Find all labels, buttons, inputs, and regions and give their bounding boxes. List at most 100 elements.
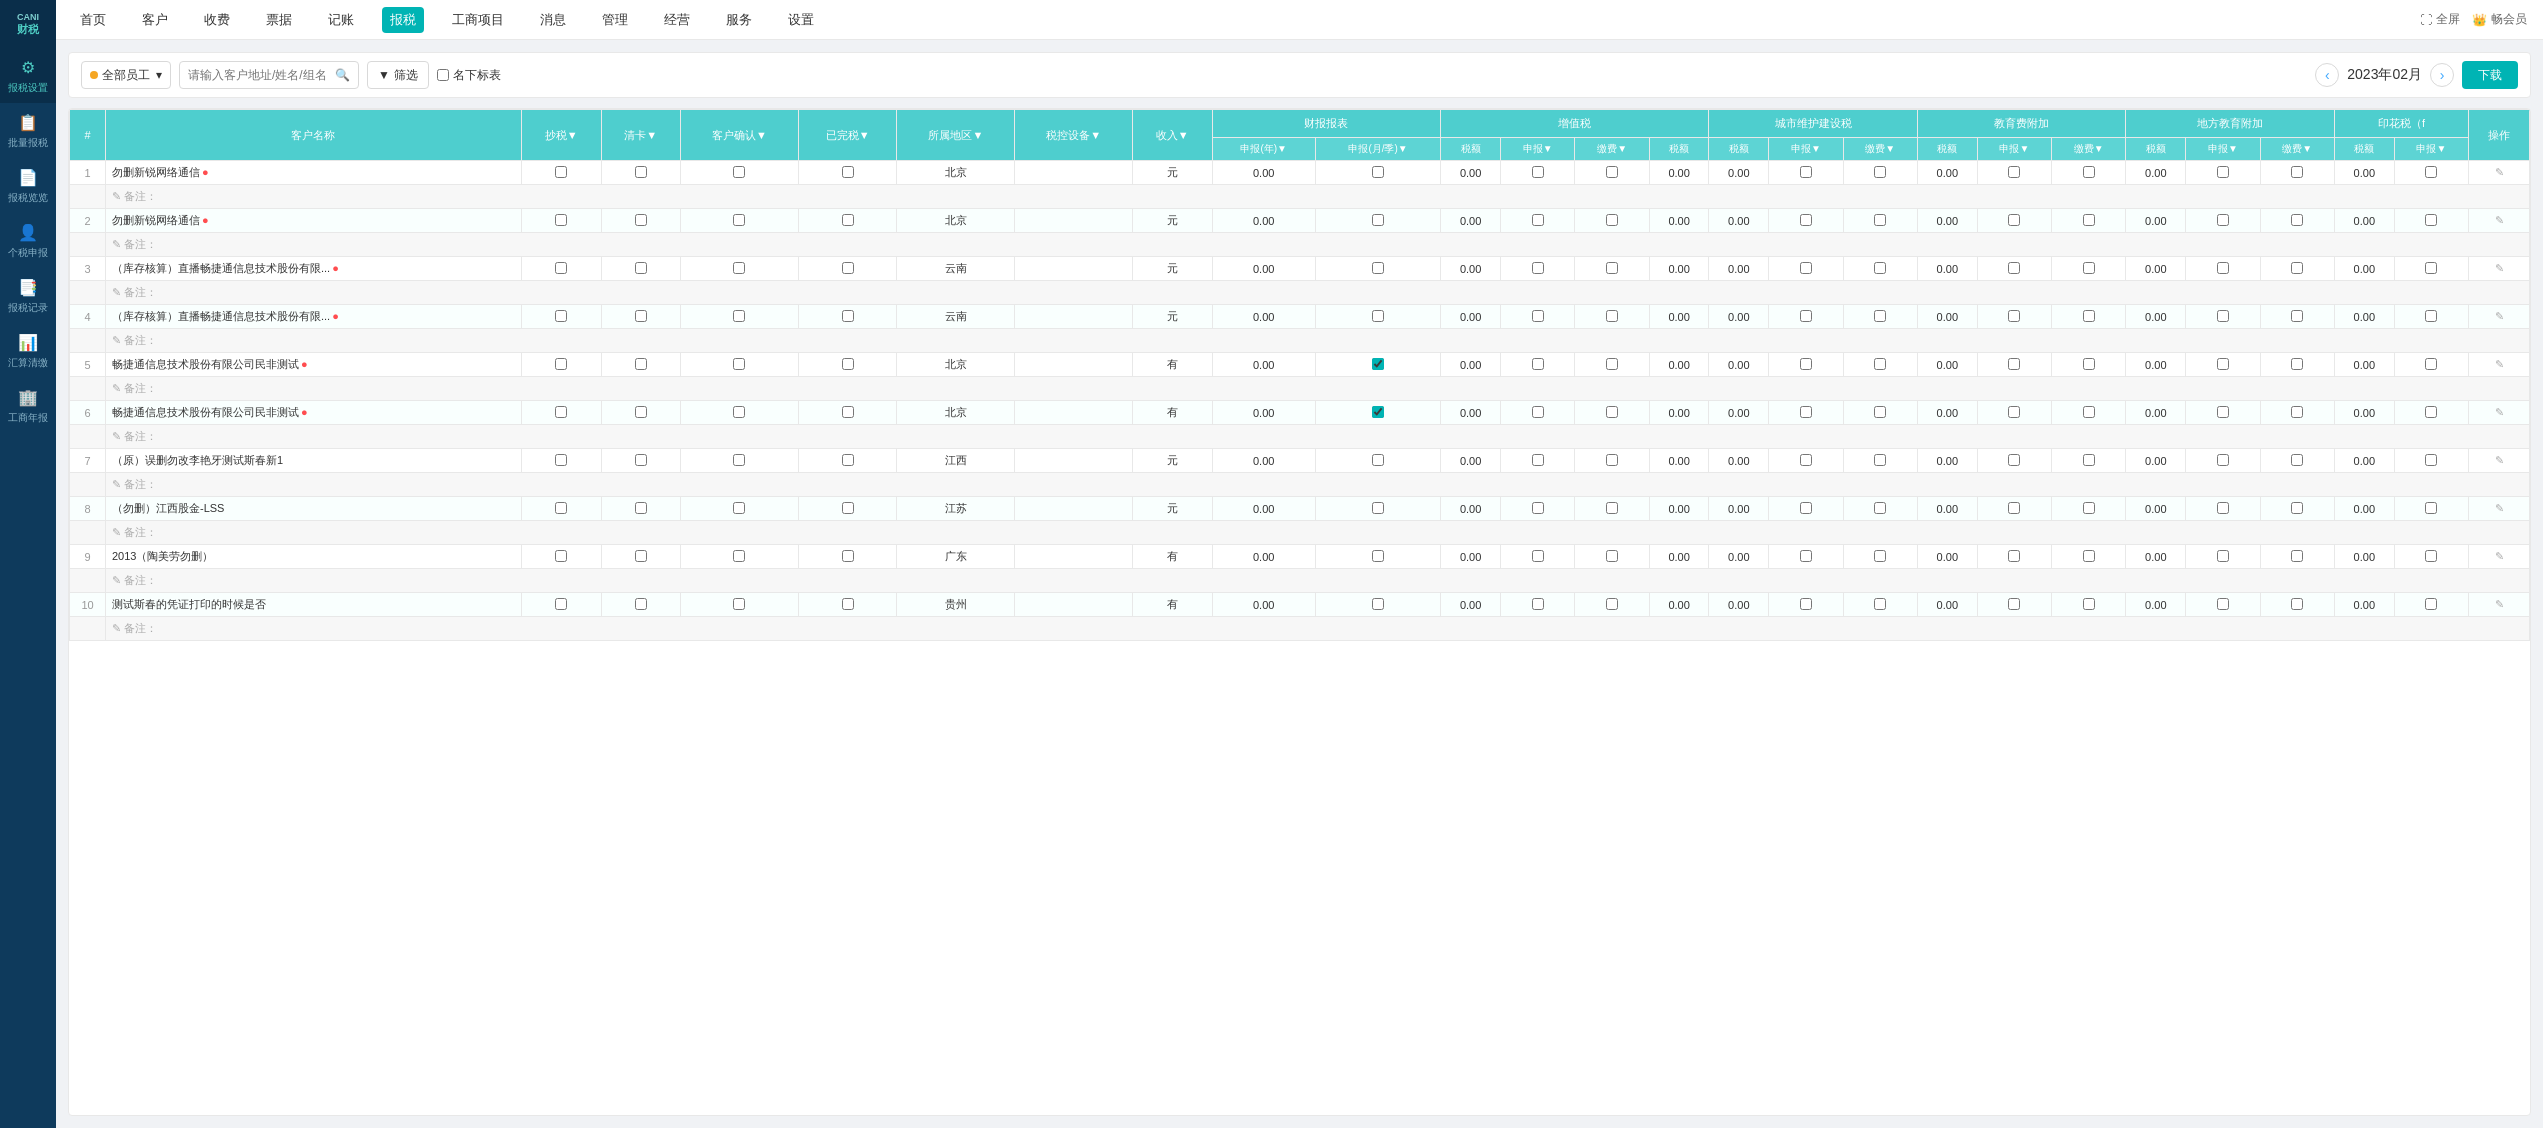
local-declare-cell[interactable]	[2186, 305, 2260, 329]
action-cell[interactable]: ✎	[2469, 593, 2530, 617]
city-pay-cell[interactable]	[1843, 401, 1917, 425]
stamp-declare-checkbox[interactable]	[2425, 454, 2437, 466]
customer-confirm-checkbox[interactable]	[733, 550, 745, 562]
clear-card-checkbox[interactable]	[635, 454, 647, 466]
sidebar-item-report-settings[interactable]: ⚙ 报税设置	[0, 48, 56, 103]
note-cell[interactable]: ✎ 备注：	[106, 521, 2530, 545]
clear-card-checkbox[interactable]	[635, 406, 647, 418]
edu-pay-checkbox[interactable]	[2083, 454, 2095, 466]
stamp-declare-checkbox[interactable]	[2425, 502, 2437, 514]
local-pay-cell[interactable]	[2260, 161, 2334, 185]
vat-declare-checkbox[interactable]	[1532, 406, 1544, 418]
edu-pay-cell[interactable]	[2052, 209, 2126, 233]
edu-pay-checkbox[interactable]	[2083, 358, 2095, 370]
local-declare-checkbox[interactable]	[2217, 550, 2229, 562]
pencil-icon[interactable]: ✎	[112, 574, 121, 586]
vat-declare-cell[interactable]	[1500, 449, 1574, 473]
local-pay-checkbox[interactable]	[2291, 358, 2303, 370]
local-pay-checkbox[interactable]	[2291, 550, 2303, 562]
clear-card-cell[interactable]	[601, 545, 681, 569]
financial-month-cell[interactable]	[1315, 257, 1440, 281]
clear-card-cell[interactable]	[601, 257, 681, 281]
note-cell[interactable]: ✎ 备注：	[106, 425, 2530, 449]
nav-tax[interactable]: 报税	[382, 7, 424, 33]
local-pay-checkbox[interactable]	[2291, 454, 2303, 466]
city-declare-cell[interactable]	[1769, 497, 1843, 521]
search-box[interactable]: 🔍	[179, 61, 359, 89]
city-declare-cell[interactable]	[1769, 593, 1843, 617]
pencil-icon[interactable]: ✎	[112, 526, 121, 538]
clear-card-cell[interactable]	[601, 161, 681, 185]
edit-icon[interactable]: ✎	[2495, 214, 2504, 226]
vat-declare-checkbox[interactable]	[1532, 262, 1544, 274]
city-declare-checkbox[interactable]	[1800, 358, 1812, 370]
edit-icon[interactable]: ✎	[2495, 502, 2504, 514]
paid-tax-cell[interactable]	[798, 497, 897, 521]
vat-pay-cell[interactable]	[1575, 209, 1649, 233]
tax-copy-checkbox[interactable]	[555, 166, 567, 178]
vat-declare-cell[interactable]	[1500, 497, 1574, 521]
city-declare-cell[interactable]	[1769, 449, 1843, 473]
financial-month-checkbox[interactable]	[1372, 406, 1384, 418]
edu-declare-checkbox[interactable]	[2008, 166, 2020, 178]
pencil-icon[interactable]: ✎	[112, 622, 121, 634]
tax-copy-cell[interactable]	[521, 305, 601, 329]
tax-copy-cell[interactable]	[521, 257, 601, 281]
local-declare-checkbox[interactable]	[2217, 358, 2229, 370]
edu-declare-checkbox[interactable]	[2008, 550, 2020, 562]
tax-copy-cell[interactable]	[521, 449, 601, 473]
edu-pay-checkbox[interactable]	[2083, 502, 2095, 514]
stamp-declare-cell[interactable]	[2394, 497, 2468, 521]
city-pay-checkbox[interactable]	[1874, 406, 1886, 418]
note-cell[interactable]: ✎ 备注：	[106, 185, 2530, 209]
customer-confirm-cell[interactable]	[681, 257, 799, 281]
financial-month-checkbox[interactable]	[1372, 310, 1384, 322]
city-pay-cell[interactable]	[1843, 545, 1917, 569]
city-pay-cell[interactable]	[1843, 209, 1917, 233]
stamp-declare-cell[interactable]	[2394, 209, 2468, 233]
sidebar-item-annual-report[interactable]: 🏢 工商年报	[0, 378, 56, 433]
warn-icon[interactable]: ●	[301, 406, 308, 418]
edit-icon[interactable]: ✎	[2495, 358, 2504, 370]
nav-accounting[interactable]: 记账	[320, 7, 362, 33]
vat-declare-cell[interactable]	[1500, 305, 1574, 329]
clear-card-checkbox[interactable]	[635, 598, 647, 610]
pencil-icon[interactable]: ✎	[112, 334, 121, 346]
checkbox-label[interactable]: 名下标表	[437, 67, 501, 84]
download-button[interactable]: 下载	[2462, 61, 2518, 89]
edu-declare-cell[interactable]	[1977, 161, 2051, 185]
edu-declare-checkbox[interactable]	[2008, 262, 2020, 274]
edit-icon[interactable]: ✎	[2495, 262, 2504, 274]
edu-pay-checkbox[interactable]	[2083, 406, 2095, 418]
action-cell[interactable]: ✎	[2469, 209, 2530, 233]
vat-pay-cell[interactable]	[1575, 545, 1649, 569]
table-container[interactable]: # 客户名称 抄税▼ 清卡▼ 客户确认▼ 已完税▼ 所属地区▼ 税控设备▼ 收入…	[68, 108, 2531, 1116]
tax-copy-checkbox[interactable]	[555, 406, 567, 418]
warn-icon[interactable]: ●	[332, 310, 339, 322]
clear-card-cell[interactable]	[601, 209, 681, 233]
customer-confirm-cell[interactable]	[681, 305, 799, 329]
pencil-icon[interactable]: ✎	[112, 190, 121, 202]
customer-confirm-checkbox[interactable]	[733, 214, 745, 226]
local-pay-cell[interactable]	[2260, 545, 2334, 569]
financial-month-checkbox[interactable]	[1372, 214, 1384, 226]
tax-copy-checkbox[interactable]	[555, 214, 567, 226]
vat-declare-cell[interactable]	[1500, 545, 1574, 569]
vat-declare-checkbox[interactable]	[1532, 310, 1544, 322]
edu-pay-checkbox[interactable]	[2083, 598, 2095, 610]
edu-declare-cell[interactable]	[1977, 305, 2051, 329]
vat-declare-checkbox[interactable]	[1532, 454, 1544, 466]
pencil-icon[interactable]: ✎	[112, 286, 121, 298]
note-cell[interactable]: ✎ 备注：	[106, 233, 2530, 257]
local-declare-cell[interactable]	[2186, 209, 2260, 233]
financial-month-cell[interactable]	[1315, 353, 1440, 377]
note-cell[interactable]: ✎ 备注：	[106, 569, 2530, 593]
clear-card-cell[interactable]	[601, 497, 681, 521]
tax-copy-checkbox[interactable]	[555, 598, 567, 610]
stamp-declare-checkbox[interactable]	[2425, 262, 2437, 274]
city-declare-cell[interactable]	[1769, 401, 1843, 425]
clear-card-cell[interactable]	[601, 305, 681, 329]
city-declare-checkbox[interactable]	[1800, 214, 1812, 226]
paid-tax-checkbox[interactable]	[842, 454, 854, 466]
paid-tax-checkbox[interactable]	[842, 550, 854, 562]
